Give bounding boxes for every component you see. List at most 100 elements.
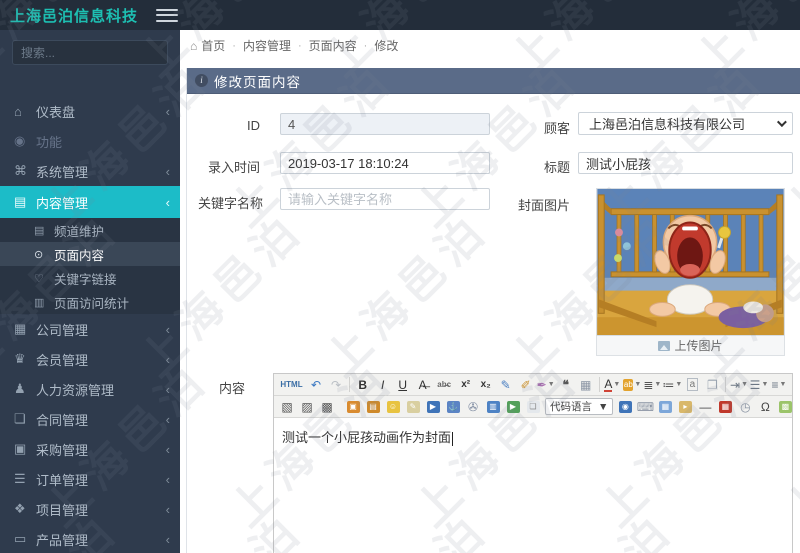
keyword-field[interactable] <box>280 188 490 210</box>
editor-undo-button[interactable]: ↶ <box>307 376 325 394</box>
sidebar-item-product-management[interactable]: ▭ 产品管理 ‹ <box>0 524 180 553</box>
sidebar-item-system-management[interactable]: ⌘ 系统管理 ‹ <box>0 156 180 186</box>
sidebar-item-member-management[interactable]: ♛ 会员管理 ‹ <box>0 344 180 374</box>
editor-pencil-button[interactable]: ✎ <box>497 376 515 394</box>
editor-remove-format-button[interactable]: ab̶c <box>434 376 455 394</box>
home-icon: ⌂ <box>190 38 198 53</box>
editor-image-upload-button[interactable]: ▤ <box>364 398 382 416</box>
editor-indent-button[interactable]: ⇥ ▼ <box>730 376 748 394</box>
editor-line-height-button[interactable]: ≡ ▼ <box>770 376 788 394</box>
editor-align-button[interactable]: ☰ ▼ <box>749 376 769 394</box>
search-input[interactable] <box>13 45 180 60</box>
editor-font-color-button[interactable]: A ▼ <box>603 376 621 394</box>
entry-time-field[interactable] <box>280 152 490 174</box>
editor-file-button[interactable]: ❏ <box>524 398 542 416</box>
editor-draw-button[interactable]: ✎ <box>404 398 422 416</box>
editor-cut-button[interactable]: ▧ <box>278 398 296 416</box>
editor-flash-button[interactable]: ▶ <box>424 398 442 416</box>
editor-paste-plain-button[interactable]: ▩ <box>318 398 336 416</box>
editor-highlight-color-button[interactable]: ab ▼ <box>623 376 641 394</box>
editor-lowercase-button[interactable]: a <box>683 376 701 394</box>
editor-code-language-select[interactable]: 代码语言 ▼ <box>545 398 614 415</box>
editor-copy-button[interactable]: ▨ <box>298 398 316 416</box>
sidebar-item-content-management[interactable]: ▤ 内容管理 ‹ <box>0 186 180 218</box>
chevron-down-icon: ▼ <box>675 381 683 388</box>
editor-image-button[interactable]: ▣ <box>344 398 362 416</box>
editor-body[interactable]: 测试一个小屁孩动画作为封面 <box>274 418 792 553</box>
chevron-left-icon: ‹ <box>165 381 170 397</box>
customer-select[interactable]: 上海邑泊信息科技有限公司 <box>578 112 793 135</box>
editor-emoticon-button[interactable]: ☺ <box>384 398 402 416</box>
editor-ordered-list-button[interactable]: ≣ ▼ <box>643 376 661 394</box>
functions-icon: ◉ <box>14 133 26 148</box>
breadcrumb-item-2[interactable]: 页面内容 <box>309 37 357 54</box>
editor-special-char-button[interactable]: Ω <box>756 398 774 416</box>
sidebar-item-hr-management[interactable]: ♟ 人力资源管理 ‹ <box>0 374 180 404</box>
editor-format-brush-button[interactable]: ✐ <box>517 376 535 394</box>
chevron-left-icon: ‹ <box>165 194 170 210</box>
editor-subscript-button[interactable]: x₂ <box>477 376 495 394</box>
font-color-icon: A <box>604 376 613 392</box>
editor-media-button[interactable]: ▶ <box>504 398 522 416</box>
sidebar-item-functions[interactable]: ◉ 功能 <box>0 126 180 156</box>
sidebar-item-order-management[interactable]: ☰ 订单管理 ‹ <box>0 464 180 494</box>
breadcrumb-item-3[interactable]: 修改 <box>374 37 398 54</box>
editor-quote-box-button[interactable]: ▦ <box>577 376 595 394</box>
submenu-item-keyword-links[interactable]: ♡ 关键字链接 <box>0 266 180 290</box>
editor-toolbar-row2: ▧▨▩▣▤☺✎▶⚓✇▥▶❏代码语言▼◉⌨▦▸—▦◷Ω▩▩▦⊞ <box>274 396 792 418</box>
image-icon: ▣ <box>346 400 360 413</box>
editor-blockquote-button[interactable]: ❝ <box>557 376 575 394</box>
editor-insert-code-button[interactable]: ◉ <box>616 398 634 416</box>
flash-icon: ▶ <box>426 400 440 413</box>
breadcrumb-item-1[interactable]: 内容管理 <box>243 37 291 54</box>
subscript-icon: x₂ <box>480 379 491 390</box>
sidebar-item-purchase-management[interactable]: ▣ 采购管理 ‹ <box>0 434 180 464</box>
editor-strikethrough-button[interactable]: A̶ <box>414 376 432 394</box>
editor-chart-button[interactable]: ▥ <box>484 398 502 416</box>
editor-clock-button[interactable]: ◷ <box>736 398 754 416</box>
chevron-down-icon: ▼ <box>598 400 609 413</box>
editor-bold-button[interactable]: B <box>354 376 372 394</box>
upload-image-button[interactable]: 上传图片 <box>596 336 785 356</box>
submenu-item-page-content[interactable]: ⊙ 页面内容 <box>0 242 180 266</box>
editor-redo-button[interactable]: ↷ <box>327 376 345 394</box>
editor-attachment-button[interactable]: ✇ <box>464 398 482 416</box>
sidebar-item-contract-management[interactable]: ❏ 合同管理 ‹ <box>0 404 180 434</box>
page-edit-content: 上海邑泊信息科技 ⌂仪表盘‹◉功能⌘系统管理‹▤内容管理‹▤频道维护⊙页面内容♡… <box>0 0 800 553</box>
media-icon: ▶ <box>506 400 520 413</box>
draw-icon: ✎ <box>406 400 420 413</box>
editor-paste-style-button[interactable]: ❐ <box>703 376 721 394</box>
editor-folder-button[interactable]: ▸ <box>676 398 694 416</box>
sidebar: ⌂仪表盘‹◉功能⌘系统管理‹▤内容管理‹▤频道维护⊙页面内容♡关键字链接▥页面访… <box>0 30 180 553</box>
contract-management-icon: ❏ <box>14 411 26 426</box>
quote-box-icon: ▦ <box>580 377 592 392</box>
editor-preformatted-button[interactable]: ⌨ <box>636 398 654 416</box>
submenu-item-page-visit-stats[interactable]: ▥ 页面访问统计 <box>0 290 180 314</box>
id-field[interactable] <box>280 113 490 135</box>
editor-underline-button[interactable]: U <box>394 376 412 394</box>
paste-style-icon: ❐ <box>706 377 718 392</box>
hamburger-menu-icon[interactable] <box>156 8 179 22</box>
editor-hyperlink-button[interactable]: ⚓ <box>444 398 462 416</box>
breadcrumb-item-0[interactable]: 首页 <box>201 37 225 54</box>
editor-unordered-list-button[interactable]: ≔ ▼ <box>662 376 683 394</box>
sidebar-item-company-management[interactable]: ▦ 公司管理 ‹ <box>0 314 180 344</box>
editor-eraser-button[interactable]: ✒ ▼ <box>537 376 555 394</box>
editor-calendar-button[interactable]: ▦ <box>716 398 734 416</box>
editor-italic-button[interactable]: I <box>374 376 392 394</box>
editor-text: 测试一个小屁孩动画作为封面 <box>282 430 452 445</box>
chevron-down-icon <box>776 117 787 128</box>
chevron-left-icon: ‹ <box>165 351 170 367</box>
editor-map-button[interactable]: ▩ <box>776 398 792 416</box>
submenu-item-channel-maintenance[interactable]: ▤ 频道维护 <box>0 218 180 242</box>
title-field[interactable] <box>578 152 793 174</box>
sidebar-item-project-management[interactable]: ❖ 项目管理 ‹ <box>0 494 180 524</box>
toolbar-separator <box>598 377 600 392</box>
chevron-down-icon: ▼ <box>613 381 621 388</box>
sidebar-item-dashboard[interactable]: ⌂ 仪表盘 ‹ <box>0 96 180 126</box>
editor-source-code-button[interactable]: HTML <box>278 376 305 394</box>
editor-superscript-button[interactable]: x² <box>457 376 475 394</box>
editor-insert-table-button[interactable]: ▦ <box>656 398 674 416</box>
align-icon: ☰ <box>749 377 761 392</box>
editor-horizontal-rule-button[interactable]: — <box>696 398 714 416</box>
